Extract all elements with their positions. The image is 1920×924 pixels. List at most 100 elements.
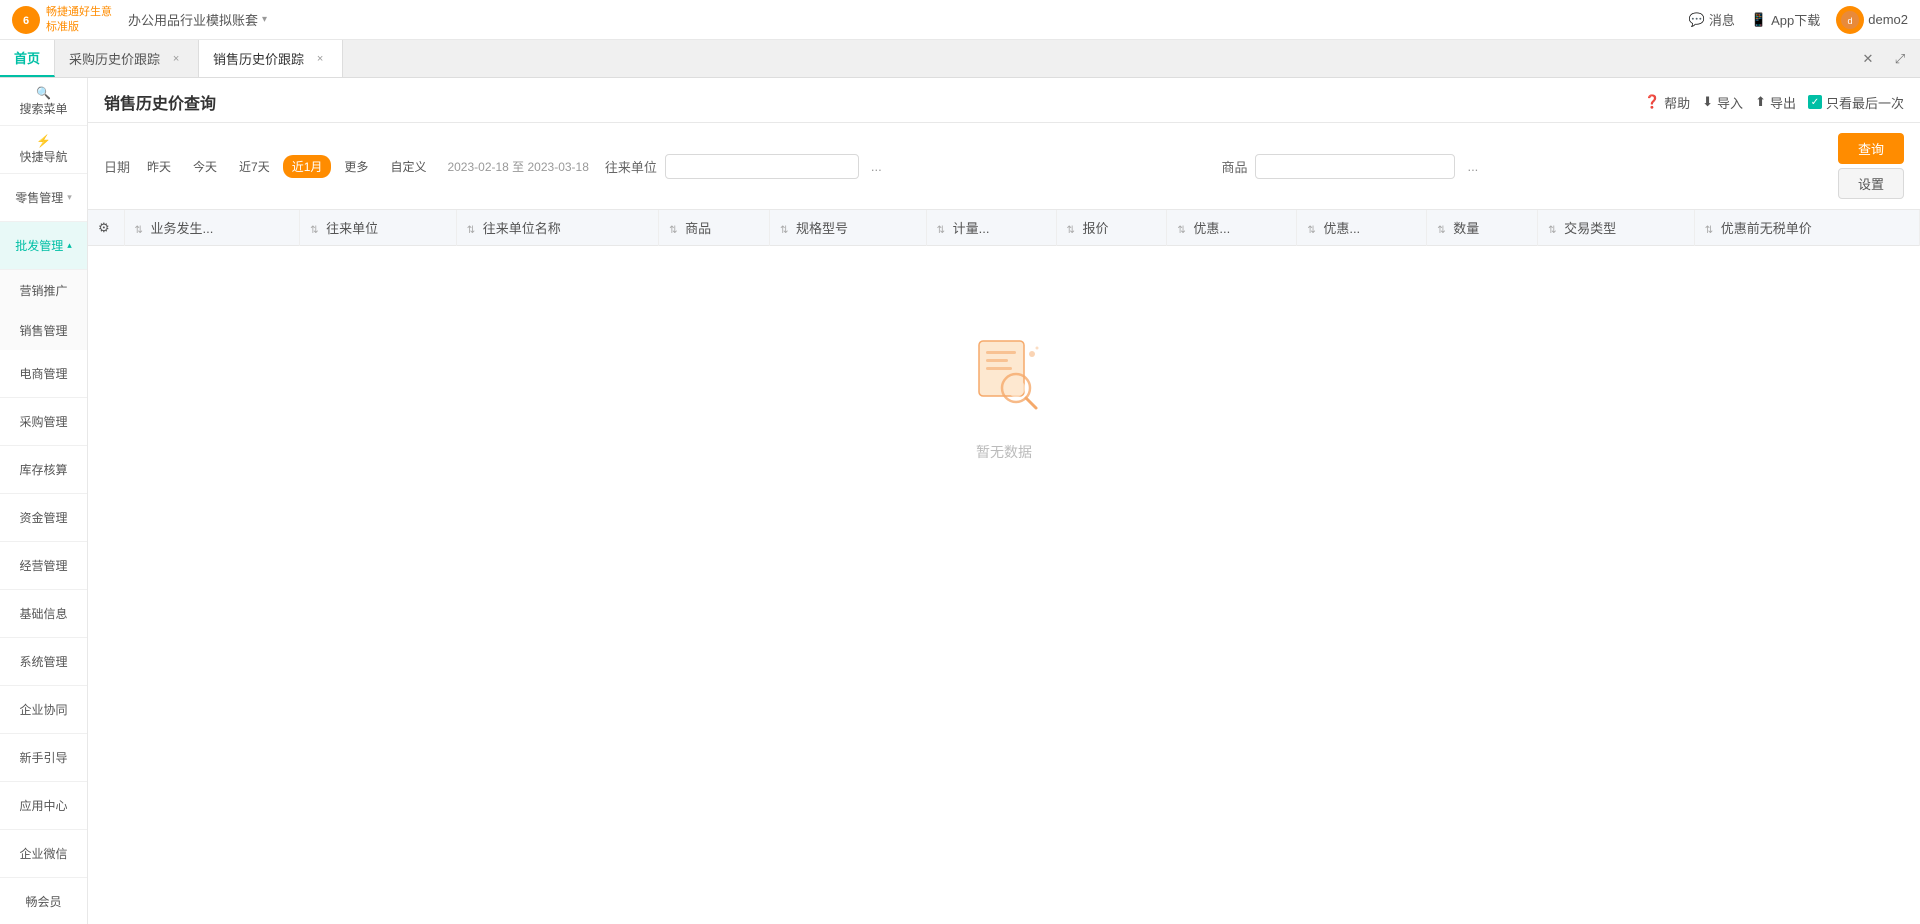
sort-icon: ⇅ — [310, 225, 318, 236]
sort-icon: ⇅ — [467, 225, 475, 236]
table-col-quoted-price[interactable]: ⇅ 报价 — [1056, 210, 1167, 246]
logo-area: 6 畅捷通好生意 标准版 — [12, 5, 112, 34]
sidebar-item-operations[interactable]: 经营管理 — [0, 542, 87, 590]
query-button[interactable]: 查询 — [1838, 133, 1904, 164]
sort-icon: ⇅ — [669, 225, 677, 236]
tab-bar-actions: ✕ ⤢ — [1848, 40, 1920, 77]
sort-icon: ⇅ — [1437, 225, 1445, 236]
sidebar-item-finance[interactable]: 资金管理 — [0, 494, 87, 542]
content-area: 销售历史价查询 ❓ 帮助 ⬇ 导入 ⬆ 导出 ✓ 只看最后一次 — [88, 78, 1920, 924]
help-icon: ❓ — [1644, 94, 1660, 110]
table-col-biz-date[interactable]: ⇅ 业务发生... — [124, 210, 300, 246]
sidebar-item-system[interactable]: 系统管理 — [0, 638, 87, 686]
app-download-action[interactable]: 📱 App下载 — [1751, 10, 1820, 29]
chevron-down-icon: ▾ — [262, 14, 267, 25]
sidebar-item-wholesale[interactable]: 批发管理 ▴ — [0, 222, 87, 270]
sort-icon: ⇅ — [135, 225, 143, 236]
help-button[interactable]: ❓ 帮助 — [1644, 93, 1690, 112]
table-col-spec[interactable]: ⇅ 规格型号 — [769, 210, 926, 246]
tab-purchase[interactable]: 采购历史价跟踪 × — [55, 40, 199, 77]
page-title: 销售历史价查询 — [104, 90, 216, 114]
phone-icon: 📱 — [1751, 12, 1767, 28]
quicknav-icon: ⚡ — [36, 134, 51, 148]
table-col-partner-name[interactable]: ⇅ 往来单位名称 — [456, 210, 658, 246]
empty-illustration — [954, 326, 1054, 426]
close-sales-tab-icon[interactable]: × — [312, 51, 328, 67]
sort-icon: ⇅ — [1067, 225, 1075, 236]
settings-icon: ⚙ — [98, 220, 110, 235]
sort-icon: ⇅ — [780, 225, 788, 236]
search-icon: 🔍 — [36, 86, 51, 100]
sort-icon: ⇅ — [937, 225, 945, 236]
sidebar-item-search[interactable]: 🔍 搜索菜单 — [0, 78, 87, 126]
only-last-checkbox[interactable]: ✓ 只看最后一次 — [1808, 93, 1904, 112]
date-today-btn[interactable]: 今天 — [184, 155, 226, 178]
sidebar-item-member[interactable]: 畅会员 — [0, 878, 87, 924]
import-button[interactable]: ⬇ 导入 — [1702, 93, 1743, 112]
date-1month-btn[interactable]: 近1月 — [283, 155, 332, 178]
top-header: 6 畅捷通好生意 标准版 办公用品行业模拟账套 ▾ 💬 消息 📱 App下载 d… — [0, 0, 1920, 40]
maximize-button[interactable]: ⤢ — [1888, 47, 1912, 71]
partner-filter-input[interactable] — [665, 154, 859, 179]
table-col-discount2[interactable]: ⇅ 优惠... — [1297, 210, 1427, 246]
partner-filter-group: 往来单位 ... — [605, 154, 1206, 179]
sidebar-item-wechat[interactable]: 企业微信 — [0, 830, 87, 878]
partner-filter-label: 往来单位 — [605, 157, 657, 176]
sidebar-item-enterprise[interactable]: 企业协同 — [0, 686, 87, 734]
tab-home[interactable]: 首页 — [0, 40, 55, 77]
table-col-partner-code[interactable]: ⇅ 往来单位 — [300, 210, 457, 246]
export-icon: ⬆ — [1755, 94, 1766, 110]
logo-text: 畅捷通好生意 标准版 — [46, 5, 112, 34]
date-filter-label: 日期 — [104, 157, 130, 176]
date-custom-btn[interactable]: 自定义 — [381, 155, 435, 178]
product-filter-group: 商品 ... — [1221, 154, 1822, 179]
table-col-discount1[interactable]: ⇅ 优惠... — [1167, 210, 1297, 246]
close-all-tabs-button[interactable]: ✕ — [1856, 47, 1880, 71]
date-filter-group: 日期 昨天 今天 近7天 近1月 更多 自定义 2023-02-18 至 202… — [104, 155, 589, 178]
close-purchase-tab-icon[interactable]: × — [168, 51, 184, 67]
sidebar-item-guide[interactable]: 新手引导 — [0, 734, 87, 782]
date-yesterday-btn[interactable]: 昨天 — [138, 155, 180, 178]
table-col-pre-discount-tax[interactable]: ⇅ 优惠前无税单价 — [1694, 210, 1919, 246]
chevron-up-icon: ▴ — [67, 240, 72, 251]
table-col-product[interactable]: ⇅ 商品 — [659, 210, 770, 246]
export-button[interactable]: ⬆ 导出 — [1755, 93, 1796, 112]
date-7days-btn[interactable]: 近7天 — [230, 155, 279, 178]
table-col-trade-type[interactable]: ⇅ 交易类型 — [1538, 210, 1695, 246]
sidebar-item-sales-mgmt[interactable]: 销售管理 — [0, 310, 87, 350]
user-avatar[interactable]: d demo2 — [1836, 6, 1908, 34]
sidebar-item-ecommerce[interactable]: 电商管理 — [0, 350, 87, 398]
sidebar-item-purchase[interactable]: 采购管理 — [0, 398, 87, 446]
header-left: 6 畅捷通好生意 标准版 办公用品行业模拟账套 ▾ — [12, 5, 275, 34]
sidebar-item-quicknav[interactable]: ⚡ 快捷导航 — [0, 126, 87, 174]
message-action[interactable]: 💬 消息 — [1689, 10, 1735, 29]
date-more-btn[interactable]: 更多 — [335, 155, 377, 178]
svg-text:6: 6 — [23, 15, 29, 27]
checkbox-icon: ✓ — [1808, 95, 1822, 109]
sidebar-item-marketing[interactable]: 营销推广 — [0, 270, 87, 310]
partner-ellipsis-button[interactable]: ... — [867, 157, 886, 176]
import-icon: ⬇ — [1702, 94, 1713, 110]
svg-text:d: d — [1848, 16, 1853, 26]
sidebar-item-apps[interactable]: 应用中心 — [0, 782, 87, 830]
chevron-down-icon: ▾ — [67, 192, 72, 203]
page-header-actions: ❓ 帮助 ⬇ 导入 ⬆ 导出 ✓ 只看最后一次 — [1644, 93, 1904, 112]
settings-button[interactable]: 设置 — [1838, 168, 1904, 199]
app-selector[interactable]: 办公用品行业模拟账套 ▾ — [120, 6, 275, 33]
sort-icon: ⇅ — [1705, 225, 1713, 236]
sort-icon: ⇅ — [1307, 225, 1315, 236]
sidebar-item-basic[interactable]: 基础信息 — [0, 590, 87, 638]
table-col-quantity[interactable]: ⇅ 数量 — [1427, 210, 1538, 246]
table-col-settings[interactable]: ⚙ — [88, 210, 124, 246]
sidebar-item-retail[interactable]: 零售管理 ▾ — [0, 174, 87, 222]
tab-bar: 首页 采购历史价跟踪 × 销售历史价跟踪 × ✕ ⤢ — [0, 40, 1920, 78]
product-filter-input[interactable] — [1255, 154, 1455, 179]
empty-state: 暂无数据 — [88, 246, 1920, 542]
product-ellipsis-button[interactable]: ... — [1463, 157, 1482, 176]
tab-sales[interactable]: 销售历史价跟踪 × — [199, 40, 343, 77]
date-buttons: 昨天 今天 近7天 近1月 更多 自定义 — [138, 155, 435, 178]
product-filter-label: 商品 — [1221, 157, 1247, 176]
table-col-unit[interactable]: ⇅ 计量... — [926, 210, 1056, 246]
sidebar-item-inventory[interactable]: 库存核算 — [0, 446, 87, 494]
sidebar: 🔍 搜索菜单 ⚡ 快捷导航 零售管理 ▾ 批发管理 ▴ 营销推广 销售管理 电商… — [0, 78, 88, 924]
